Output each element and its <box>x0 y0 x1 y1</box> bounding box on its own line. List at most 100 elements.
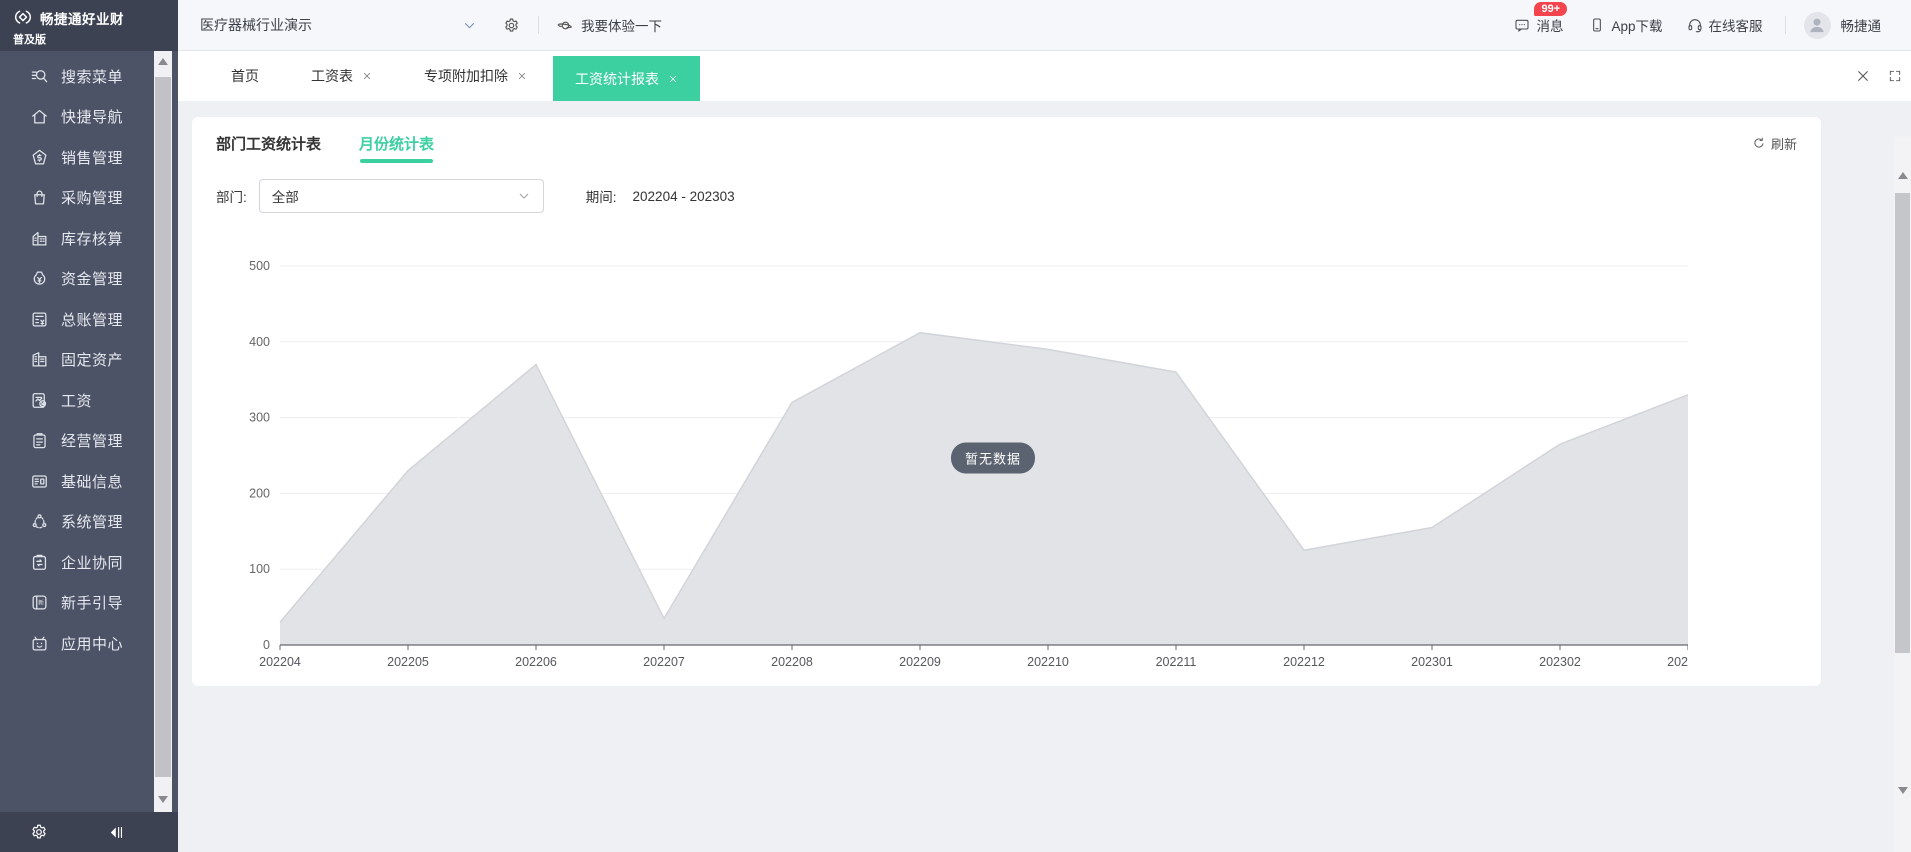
sidebar-scrollbar[interactable] <box>154 51 172 812</box>
sidebar-scrollbar-thumb[interactable] <box>155 77 171 777</box>
svg-text:新: 新 <box>38 599 44 607</box>
app-title: 畅捷通好业财 <box>40 12 124 27</box>
system-icon <box>30 512 49 531</box>
sidebar-item-app-center[interactable]: 应用中心 <box>0 623 154 664</box>
sidebar-item-system[interactable]: 系统管理 <box>0 502 154 543</box>
salary-trend-area-chart: 0 100 200 300 400 500 202204 202205 202206 202207… <box>249 259 1688 669</box>
svg-text:0: 0 <box>263 638 270 652</box>
department-select[interactable]: 全部 <box>258 179 544 213</box>
svg-text:202207: 202207 <box>643 655 685 669</box>
sidebar-item-collab[interactable]: 企业协同 <box>0 542 154 583</box>
svg-text:202205: 202205 <box>387 655 429 669</box>
user-avatar[interactable] <box>1803 11 1831 39</box>
chevron-down-icon[interactable] <box>462 18 477 33</box>
tab-document-3[interactable]: 工资统计报表 <box>553 56 700 101</box>
sidebar-item-quick-nav[interactable]: 快捷导航 <box>0 97 154 138</box>
account-name[interactable]: 医疗器械行业演示 <box>200 15 312 35</box>
purchase-icon <box>30 188 49 207</box>
sidebar-item-label: 系统管理 <box>61 514 124 532</box>
sidebar-item-sales[interactable]: 销售管理 <box>0 137 154 178</box>
subtab-row: 部门工资统计表 月份统计表 刷新 <box>192 117 1821 163</box>
collab-icon <box>30 553 49 572</box>
sidebar-item-label: 采购管理 <box>61 190 124 208</box>
page-scrollbar-thumb[interactable] <box>1895 193 1910 653</box>
funds-icon <box>30 269 49 288</box>
sidebar-item-base-info[interactable]: 基础信息 <box>0 461 154 502</box>
headset-icon <box>1687 17 1703 33</box>
close-icon[interactable] <box>1855 68 1871 84</box>
page-scroll-up-icon[interactable] <box>1894 167 1911 183</box>
period-filter-label: 期间: <box>585 190 617 205</box>
sidebar-item-fixed-assets[interactable]: 固定资产 <box>0 340 154 381</box>
sidebar-item-guide[interactable]: 新 新手引导 <box>0 583 154 624</box>
tab-document-2[interactable]: 专项附加扣除 <box>398 51 553 101</box>
messages-button[interactable]: 消息 99+ <box>1514 2 1568 35</box>
tab-close-icon[interactable] <box>362 71 372 81</box>
expand-fullscreen-icon[interactable] <box>1888 69 1902 83</box>
page-scrollbar[interactable] <box>1894 137 1911 852</box>
sidebar-item-inventory[interactable]: 库存核算 <box>0 218 154 259</box>
svg-text:100: 100 <box>249 562 270 576</box>
svg-text:200: 200 <box>249 486 270 500</box>
base-info-icon <box>30 472 49 491</box>
sidebar-scroll-up-icon[interactable] <box>154 53 172 69</box>
sidebar-item-label: 总账管理 <box>61 311 124 329</box>
username-label[interactable]: 畅捷通 <box>1841 15 1882 35</box>
sidebar-item-funds[interactable]: 资金管理 <box>0 259 154 300</box>
subtab-0[interactable]: 部门工资统计表 <box>216 123 321 163</box>
sidebar-item-operations[interactable]: 经营管理 <box>0 421 154 462</box>
page-scroll-down-icon[interactable] <box>1894 782 1911 798</box>
sidebar-item-search-menu[interactable]: 搜索菜单 <box>0 56 154 97</box>
tab-bar: 首页 工资表 专项附加扣除 工资统计报表 <box>178 51 1911 101</box>
app-download-label: App下载 <box>1611 19 1663 34</box>
subtab-1[interactable]: 月份统计表 <box>359 123 434 163</box>
messages-label: 消息 <box>1536 19 1564 34</box>
online-support-button[interactable]: 在线客服 <box>1687 15 1763 35</box>
svg-text:202302: 202302 <box>1539 655 1581 669</box>
settings-gear-icon[interactable] <box>30 823 48 841</box>
svg-text:202209: 202209 <box>899 655 941 669</box>
app-download-button[interactable]: App下载 <box>1589 15 1663 35</box>
sidebar: 畅捷通好业财 普及版 搜索菜单快捷导航销售管理采购管理库存核算资金管理总账管理固… <box>0 0 178 852</box>
content-area: 部门工资统计表 月份统计表 刷新 部门: 全部 期间: 202204 - 2023… <box>178 101 1911 852</box>
search-menu-icon <box>30 67 49 86</box>
app-logo: 畅捷通好业财 普及版 <box>0 0 178 51</box>
sidebar-item-label: 快捷导航 <box>61 109 124 127</box>
tab-close-icon[interactable] <box>517 71 527 81</box>
divider <box>538 16 539 34</box>
tab-home[interactable]: 首页 <box>205 51 285 101</box>
sidebar-item-label: 资金管理 <box>61 271 124 289</box>
refresh-button[interactable]: 刷新 <box>1752 134 1797 153</box>
svg-text:202210: 202210 <box>1027 655 1069 669</box>
chevron-down-icon <box>517 189 531 203</box>
collapse-sidebar-icon[interactable] <box>108 824 125 841</box>
sidebar-item-label: 新手引导 <box>61 595 124 613</box>
sidebar-item-label: 经营管理 <box>61 433 124 451</box>
sidebar-item-payroll[interactable]: 工资 <box>0 380 154 421</box>
account-settings-gear-icon[interactable] <box>503 17 520 34</box>
tab-document-1[interactable]: 工资表 <box>285 51 398 101</box>
sidebar-item-ledger[interactable]: 总账管理 <box>0 299 154 340</box>
guide-icon: 新 <box>30 593 49 612</box>
svg-text:500: 500 <box>249 259 270 273</box>
sidebar-scroll-down-icon[interactable] <box>154 791 172 807</box>
experience-button[interactable]: 我要体验一下 <box>557 15 662 35</box>
sidebar-footer <box>0 812 178 852</box>
svg-text:202208: 202208 <box>771 655 813 669</box>
app-edition-label: 普及版 <box>13 34 46 46</box>
svg-text:202301: 202301 <box>1411 655 1453 669</box>
topbar: 医疗器械行业演示 我要体验一下 消息 99+ App下载 在线客服 畅捷通 <box>178 0 1911 51</box>
quick-nav-icon <box>30 107 49 126</box>
brand-logo-icon <box>12 7 34 29</box>
svg-text:202204: 202204 <box>259 655 301 669</box>
inventory-icon <box>30 229 49 248</box>
tab-label: 专项附加扣除 <box>424 68 508 84</box>
department-filter-label: 部门: <box>216 190 247 205</box>
tab-close-icon[interactable] <box>668 74 678 84</box>
sidebar-menu: 搜索菜单快捷导航销售管理采购管理库存核算资金管理总账管理固定资产工资经营管理基础… <box>0 51 154 812</box>
tab-actions <box>1855 51 1902 101</box>
sidebar-item-purchase[interactable]: 采购管理 <box>0 178 154 219</box>
sidebar-item-label: 工资 <box>61 392 93 410</box>
svg-text:202206: 202206 <box>515 655 557 669</box>
period-filter-value: 202204 - 202303 <box>632 188 735 204</box>
